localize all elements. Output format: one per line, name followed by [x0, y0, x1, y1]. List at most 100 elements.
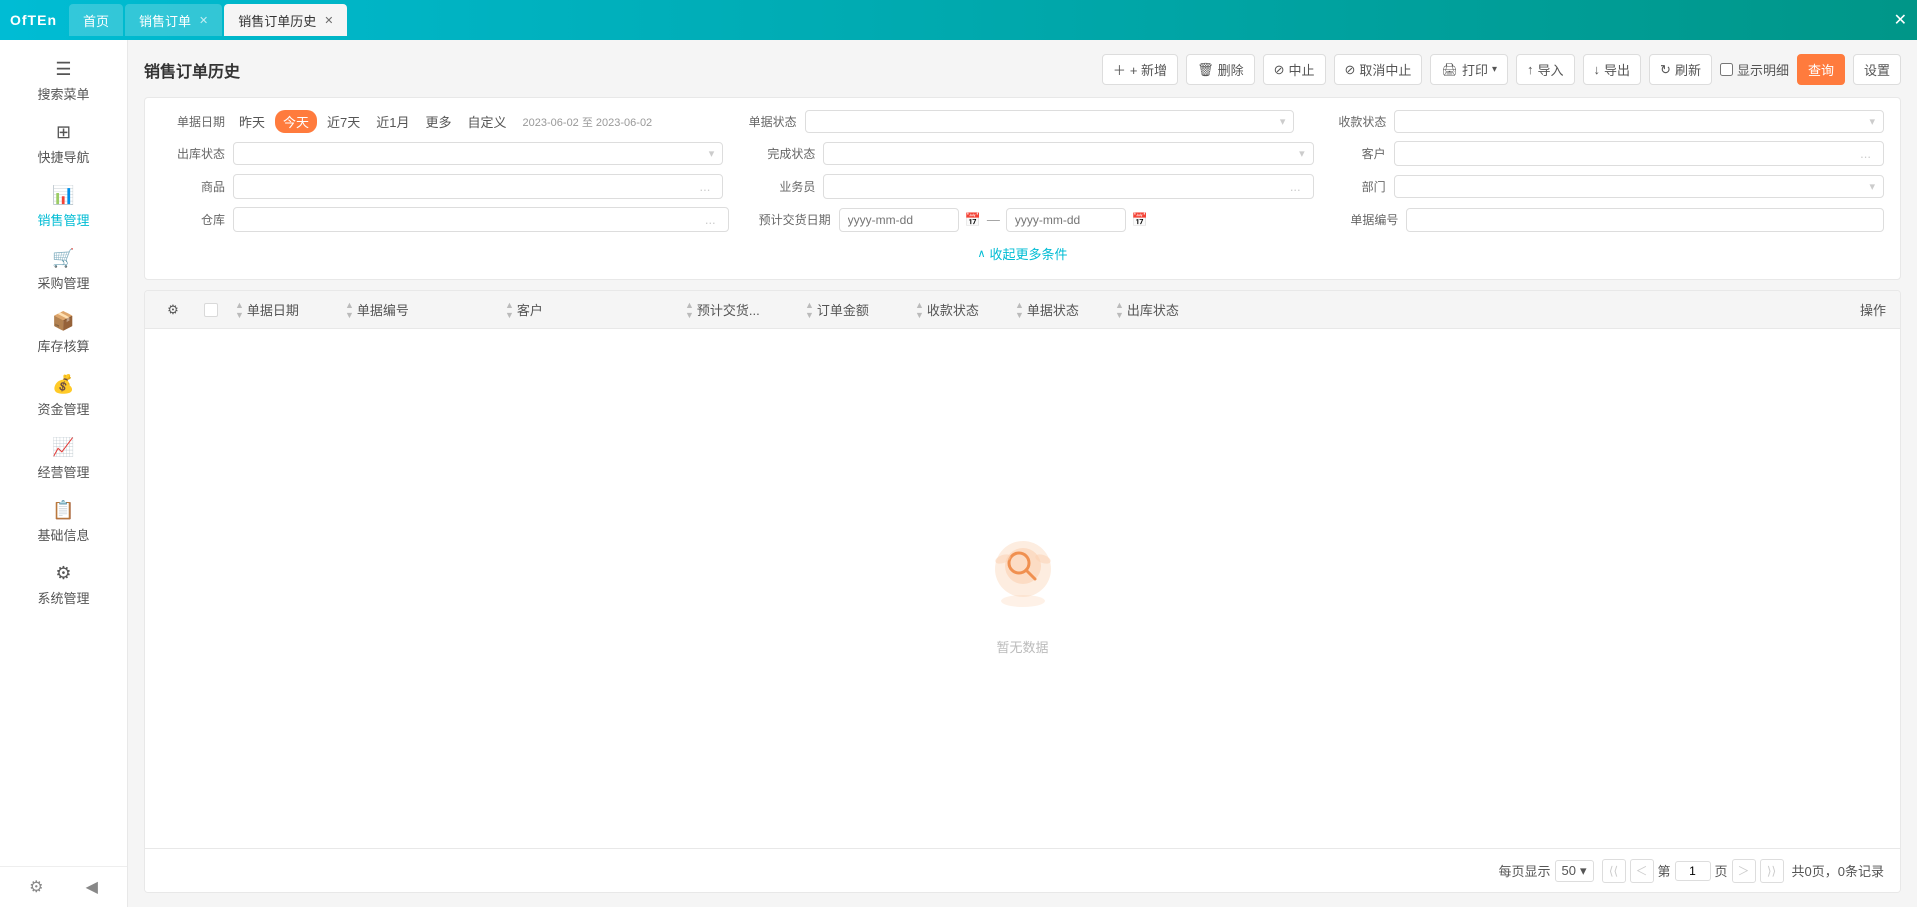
sidebar-item-basics[interactable]: 📋 基础信息 — [0, 489, 127, 552]
sort-bill-icon: ▲▼ — [345, 300, 354, 320]
th-bill-status[interactable]: ▲▼ 单据状态 — [1009, 300, 1109, 320]
cancel-stop-button[interactable]: ⊘ 取消中止 — [1334, 54, 1423, 85]
th-date[interactable]: ▲▼ 单据日期 — [229, 300, 339, 320]
sidebar-item-sales[interactable]: 📊 销售管理 — [0, 174, 127, 237]
delivery-date-dash: — — [987, 212, 1000, 227]
page-size-value: 50 — [1562, 863, 1576, 878]
stock-out-select[interactable]: ▾ — [233, 142, 723, 165]
refresh-button[interactable]: ↻ 刷新 — [1649, 54, 1712, 85]
bill-status-select[interactable]: ▾ — [805, 110, 1295, 133]
department-select[interactable]: ▾ — [1394, 175, 1884, 198]
salesperson-dots-btn[interactable]: ... — [1286, 179, 1305, 194]
delivery-date-label: 预计交货日期 — [749, 211, 839, 228]
th-bill-no-label: 单据编号 — [357, 300, 409, 319]
stop-button[interactable]: ⊘ 中止 — [1263, 54, 1326, 85]
settings-gear-icon[interactable]: ⚙ — [167, 302, 179, 318]
settings-label: 设置 — [1864, 60, 1890, 79]
th-delivery[interactable]: ▲▼ 预计交货... — [679, 300, 799, 320]
delivery-date-from-input[interactable] — [839, 208, 959, 232]
filter-row-3: 商品 ... 业务员 ... 部门 ▾ — [161, 174, 1884, 199]
bill-no-input[interactable] — [1406, 208, 1884, 232]
empty-state: 暂无数据 — [145, 329, 1900, 848]
customer-dots-btn[interactable]: ... — [1856, 146, 1875, 161]
salesperson-label: 业务员 — [743, 178, 823, 195]
sidebar-collapse-icon[interactable]: ◀ — [86, 877, 98, 897]
select-all-checkbox[interactable] — [204, 303, 218, 317]
th-bill-no[interactable]: ▲▼ 单据编号 — [339, 300, 499, 320]
th-stock-status[interactable]: ▲▼ 出库状态 — [1109, 300, 1229, 320]
tab-home[interactable]: 首页 — [69, 4, 123, 36]
delivery-date-from-calendar-icon[interactable]: 📅 — [965, 212, 981, 228]
date-1month-btn[interactable]: 近1月 — [370, 110, 415, 133]
page-title-bar: 销售订单历史 ＋ + 新增 🗑 删除 ⊘ 中止 ⊘ — [144, 54, 1901, 85]
next-page-btn[interactable]: ＞ — [1732, 859, 1756, 883]
delivery-date-to-input[interactable] — [1006, 208, 1126, 232]
display-detail-input[interactable] — [1720, 63, 1733, 76]
export-button[interactable]: ↓ 导出 — [1583, 54, 1642, 85]
new-icon: ＋ — [1113, 60, 1126, 79]
collapse-btn[interactable]: ∧ 收起更多条件 — [161, 240, 1884, 267]
settings-button[interactable]: 设置 — [1853, 54, 1901, 85]
first-page-btn[interactable]: ⟨⟨ — [1602, 859, 1626, 883]
th-checkbox[interactable] — [193, 303, 229, 317]
th-stock-status-label: 出库状态 — [1127, 300, 1179, 319]
sidebar-item-inventory[interactable]: 📦 库存核算 — [0, 300, 127, 363]
tab-sales-history[interactable]: 销售订单历史 ✕ — [224, 4, 347, 36]
date-7days-btn[interactable]: 近7天 — [321, 110, 366, 133]
sidebar-item-finance[interactable]: 💰 资金管理 — [0, 363, 127, 426]
collapse-label: 收起更多条件 — [990, 244, 1068, 263]
last-page-btn[interactable]: ⟩⟩ — [1760, 859, 1784, 883]
sidebar-item-purchase[interactable]: 🛒 采购管理 — [0, 237, 127, 300]
payment-status-select[interactable]: ▾ — [1394, 110, 1884, 133]
date-today-btn[interactable]: 今天 — [275, 110, 317, 133]
sort-amount-icon: ▲▼ — [805, 300, 814, 320]
th-settings[interactable]: ⚙ — [153, 302, 193, 318]
payment-status-label: 收款状态 — [1314, 113, 1394, 130]
top-bar-right: ✕ — [1894, 10, 1907, 30]
toolbar-right: ＋ + 新增 🗑 删除 ⊘ 中止 ⊘ 取消中止 — [1102, 54, 1901, 85]
main-layout: ☰ 搜索菜单 ⊞ 快捷导航 📊 销售管理 🛒 采购管理 📦 库存核算 💰 资金管… — [0, 40, 1917, 907]
sort-up-icon: ▲▼ — [235, 300, 244, 320]
page-label: 页 — [1715, 861, 1728, 880]
print-button[interactable]: 🖨 打印 ▾ — [1430, 54, 1508, 85]
tab-home-label: 首页 — [83, 11, 109, 30]
goods-dots-btn[interactable]: ... — [695, 179, 714, 194]
window-close-icon[interactable]: ✕ — [1894, 10, 1907, 30]
th-amount[interactable]: ▲▼ 订单金额 — [799, 300, 909, 320]
tab-sales-order-close[interactable]: ✕ — [199, 14, 208, 27]
sidebar-item-inventory-label: 库存核算 — [37, 336, 89, 355]
display-detail-checkbox[interactable]: 显示明细 — [1720, 60, 1789, 79]
tab-sales-order[interactable]: 销售订单 ✕ — [125, 4, 222, 36]
sidebar-settings-icon[interactable]: ⚙ — [29, 877, 43, 897]
basics-icon: 📋 — [53, 499, 75, 521]
new-button[interactable]: ＋ + 新增 — [1102, 54, 1178, 85]
current-page-input[interactable] — [1675, 861, 1711, 881]
th-payment-status[interactable]: ▲▼ 收款状态 — [909, 300, 1009, 320]
query-button[interactable]: 查询 — [1797, 54, 1845, 85]
collapse-up-icon: ∧ — [977, 247, 985, 260]
system-icon: ⚙ — [53, 562, 75, 584]
operations-icon: 📈 — [53, 436, 75, 458]
sidebar-item-search[interactable]: ☰ 搜索菜单 — [0, 48, 127, 111]
prev-page-btn[interactable]: ＜ — [1630, 859, 1654, 883]
complete-status-chevron-icon: ▾ — [1299, 147, 1305, 160]
sidebar-item-operations[interactable]: 📈 经营管理 — [0, 426, 127, 489]
warehouse-dots-btn[interactable]: ... — [701, 212, 720, 227]
date-custom-btn[interactable]: 自定义 — [462, 110, 513, 133]
sidebar-item-shortcuts[interactable]: ⊞ 快捷导航 — [0, 111, 127, 174]
delete-button[interactable]: 🗑 删除 — [1186, 54, 1255, 85]
th-customer[interactable]: ▲▼ 客户 — [499, 300, 679, 320]
filter-row-2: 出库状态 ▾ 完成状态 ▾ 客户 ... — [161, 141, 1884, 166]
date-yesterday-btn[interactable]: 昨天 — [233, 110, 271, 133]
delivery-date-to-calendar-icon[interactable]: 📅 — [1132, 212, 1148, 228]
date-more-btn[interactable]: 更多 — [420, 110, 458, 133]
import-button[interactable]: ↑ 导入 — [1516, 54, 1575, 85]
stock-out-chevron-icon: ▾ — [709, 147, 715, 160]
page-size-box[interactable]: 50 ▾ — [1555, 860, 1594, 882]
tab-sales-history-label: 销售订单历史 — [238, 11, 316, 30]
tab-sales-history-close[interactable]: ✕ — [324, 14, 333, 27]
page-label-before: 第 — [1658, 861, 1671, 880]
sidebar-item-system[interactable]: ⚙ 系统管理 — [0, 552, 127, 615]
complete-status-select[interactable]: ▾ — [823, 142, 1313, 165]
display-detail-label: 显示明细 — [1737, 60, 1789, 79]
